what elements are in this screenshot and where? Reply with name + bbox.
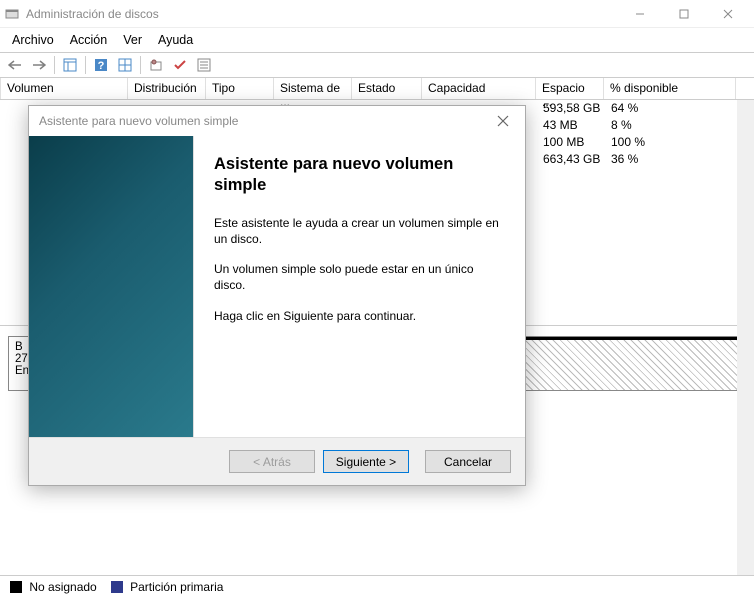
wizard-titlebar: Asistente para nuevo volumen simple [29,106,525,136]
toolbar-separator [85,56,86,74]
cell-free: 663,43 GB [537,151,605,168]
cell-pct: 36 % [605,151,725,168]
check-button[interactable] [169,54,191,76]
wizard-next-button[interactable]: Siguiente > [323,450,409,473]
toolbar-separator [54,56,55,74]
toolbar-separator [140,56,141,74]
wizard-paragraph: Haga clic en Siguiente para continuar. [214,308,505,324]
wizard-back-button[interactable]: < Atrás [229,450,315,473]
help-button[interactable]: ? [90,54,112,76]
wizard-cancel-button[interactable]: Cancelar [425,450,511,473]
cell-pct: 64 % [605,100,725,117]
vertical-scrollbar[interactable] [737,100,754,575]
cell-pct: 100 % [605,134,725,151]
wizard-heading: Asistente para nuevo volumen simple [214,154,505,197]
wizard-paragraph: Un volumen simple solo puede estar en un… [214,261,505,293]
legend-swatch-unallocated [10,581,22,593]
list-button[interactable] [193,54,215,76]
cell-free: 100 MB [537,134,605,151]
wizard-paragraph: Este asistente le ayuda a crear un volum… [214,215,505,247]
forward-button[interactable] [28,54,50,76]
legend: No asignado Partición primaria [0,575,754,597]
wizard-dialog: Asistente para nuevo volumen simple Asis… [28,105,526,486]
wizard-footer: < Atrás Siguiente > Cancelar [29,437,525,485]
view-button[interactable] [59,54,81,76]
legend-unallocated: No asignado [10,580,97,594]
app-icon [4,6,20,22]
properties-button[interactable] [145,54,167,76]
col-fs[interactable]: Sistema de ... [274,78,352,99]
menubar: Archivo Acción Ver Ayuda [0,28,754,52]
back-button[interactable] [4,54,26,76]
legend-primary: Partición primaria [111,580,224,594]
maximize-button[interactable] [662,0,706,28]
menu-archivo[interactable]: Archivo [4,30,62,50]
toolbar: ? [0,52,754,78]
svg-text:?: ? [98,60,105,72]
window-titlebar: Administración de discos [0,0,754,28]
menu-accion[interactable]: Acción [62,30,116,50]
wizard-sidebar-image [29,136,194,437]
wizard-title-text: Asistente para nuevo volumen simple [39,114,238,128]
col-volume[interactable]: Volumen [0,78,128,99]
wizard-close-button[interactable] [491,109,515,133]
volume-table-header: Volumen Distribución Tipo Sistema de ...… [0,78,754,100]
col-layout[interactable]: Distribución [128,78,206,99]
cell-free: 593,58 GB [537,100,605,117]
wizard-body: Asistente para nuevo volumen simple Este… [29,136,525,437]
menu-ver[interactable]: Ver [115,30,150,50]
grid-button[interactable] [114,54,136,76]
cell-pct: 8 % [605,117,725,134]
col-type[interactable]: Tipo [206,78,274,99]
col-pct[interactable]: % disponible [604,78,736,99]
minimize-button[interactable] [618,0,662,28]
menu-ayuda[interactable]: Ayuda [150,30,201,50]
window-controls [618,0,750,28]
col-capacity[interactable]: Capacidad [422,78,536,99]
disk-partition-unallocated[interactable] [519,337,745,390]
close-button[interactable] [706,0,750,28]
cell-free: 43 MB [537,117,605,134]
col-free[interactable]: Espacio ... [536,78,604,99]
window-title: Administración de discos [26,7,618,21]
wizard-content: Asistente para nuevo volumen simple Este… [194,136,525,437]
col-status[interactable]: Estado [352,78,422,99]
legend-swatch-primary [111,581,123,593]
